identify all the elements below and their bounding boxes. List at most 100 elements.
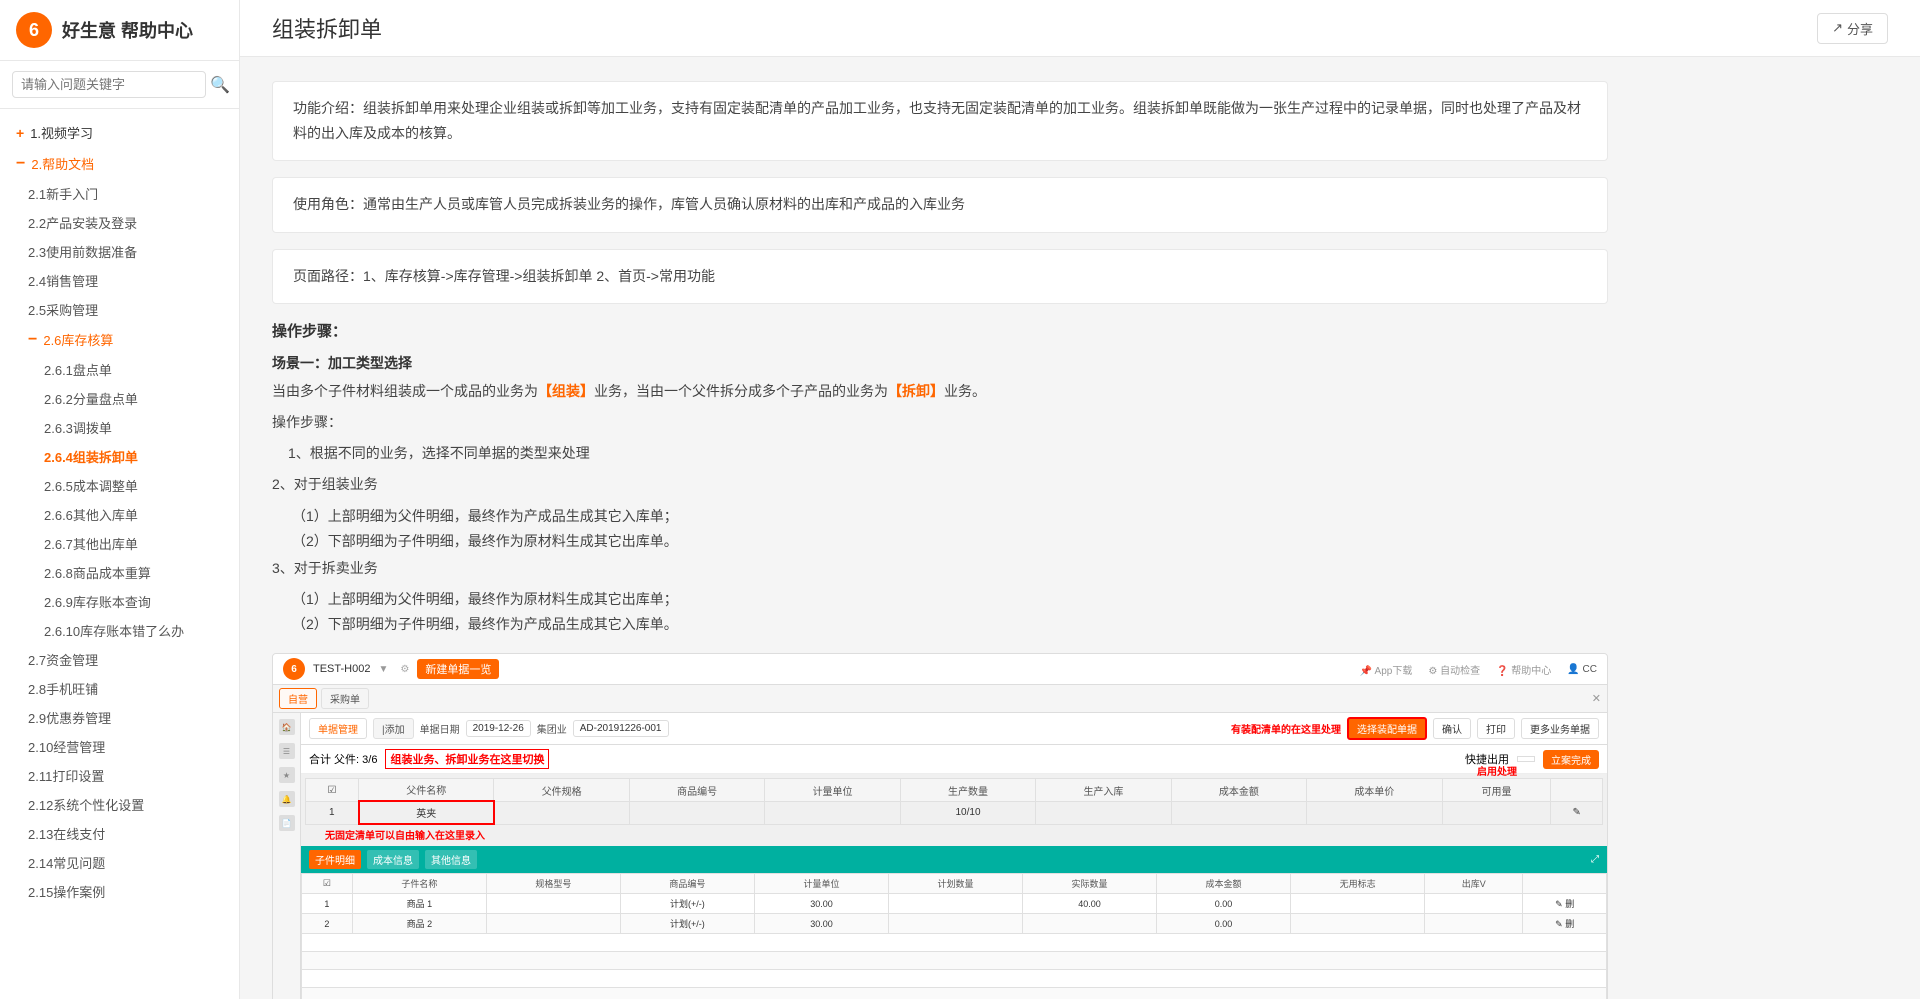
sidebar-item-2-10[interactable]: 2.10经营管理 — [28, 732, 239, 761]
app-left-icons: 🏠 ☰ ★ 🔔 📄 — [273, 713, 301, 999]
page-title: 组装拆卸单 — [272, 12, 382, 44]
sidebar-item-2-4[interactable]: 2.4销售管理 — [28, 266, 239, 295]
bcell-edit[interactable]: ✎ 删 — [1523, 894, 1607, 914]
sidebar-item-2-6[interactable]: − 2.6库存核算 — [28, 324, 239, 355]
select-bom-button[interactable]: 选择装配单据 — [1347, 717, 1427, 740]
sidebar-item-2-13[interactable]: 2.13在线支付 — [28, 819, 239, 848]
step3-sub1: （1）上部明细为父件明细，最终作为原材料生成其它出库单； — [292, 587, 1608, 612]
col-available: 可用量 — [1442, 779, 1551, 802]
sidebar-item-video[interactable]: + 1.视频学习 — [0, 117, 239, 148]
annotation-bom: 有装配清单的在这里处理 — [1231, 721, 1341, 736]
sidebar-item-2-6-10[interactable]: 2.6.10库存账本错了么办 — [44, 616, 239, 645]
sidebar-item-2-6-3[interactable]: 2.6.3调拨单 — [44, 413, 239, 442]
bcell-plan-qty — [888, 894, 1022, 914]
sidebar-item-2-11[interactable]: 2.11打印设置 — [28, 761, 239, 790]
bcell-out — [1425, 894, 1523, 914]
date-label: 单据日期 — [420, 721, 460, 736]
top-table: ☑ 父件名称 父件规格 商品编号 计量单位 生产数量 生产入库 成本金额 成本单… — [305, 778, 1603, 825]
bcell-spec — [486, 894, 620, 914]
more-button[interactable]: 更多业务单据 — [1521, 718, 1599, 739]
sidebar-item-2-6-9[interactable]: 2.6.9库存账本查询 — [44, 587, 239, 616]
col-cost-amount: 成本金额 — [1171, 779, 1306, 802]
sidebar-item-2-5[interactable]: 2.5采购管理 — [28, 295, 239, 324]
share-button[interactable]: ↗ 分享 — [1817, 13, 1888, 44]
input-field[interactable] — [1517, 756, 1535, 762]
confirm-button[interactable]: 确认 — [1433, 718, 1471, 739]
type-row: 合计 父件: 3/6 组装业务、拆卸业务在这里切换 快捷出用 立案完成 启用处理 — [301, 745, 1607, 774]
bcol-flag: 无用标志 — [1291, 874, 1425, 894]
app-icon-list[interactable]: ☰ — [279, 743, 295, 759]
bcell-actual-qty — [1023, 914, 1157, 934]
col-in-qty: 生产入库 — [1036, 779, 1171, 802]
bcell-cost: 0.00 — [1157, 914, 1291, 934]
bcell-name: 商品 1 — [352, 894, 486, 914]
app-new-doc-button[interactable]: 新建单据一览 — [417, 659, 499, 679]
app-new-tab[interactable]: |添加 — [373, 718, 414, 739]
green-tab-cost[interactable]: 成本信息 — [367, 850, 419, 869]
doc-no-field[interactable]: AD-20191226-001 — [573, 720, 669, 737]
sidebar-item-2-1[interactable]: 2.1新手入门 — [28, 179, 239, 208]
search-input[interactable] — [12, 71, 206, 98]
app-icon-doc[interactable]: 📄 — [279, 815, 295, 831]
app-icon-home[interactable]: 🏠 — [279, 719, 295, 735]
search-button[interactable]: 🔍 — [210, 75, 230, 95]
sidebar: 6 好生意 帮助中心 🔍 + 1.视频学习 − 2.帮助文档 2.1新手入门 2… — [0, 0, 240, 999]
app-close-icon[interactable]: ✕ — [1592, 692, 1601, 705]
green-tab-sub[interactable]: 子件明细 — [309, 850, 361, 869]
top-table-row-1: 1 英夹 10/10 ✎ — [306, 801, 1603, 824]
complete-button[interactable]: 立案完成 — [1543, 750, 1599, 769]
step1: 1、根据不同的业务，选择不同单据的类型来处理 — [288, 441, 1608, 466]
sidebar-item-2-6-6[interactable]: 2.6.6其他入库单 — [44, 500, 239, 529]
cell-edit[interactable]: ✎ — [1551, 801, 1603, 824]
role-block: 使用角色：通常由生产人员或库管人员完成拆装业务的操作，库管人员确认原材料的出库和… — [272, 177, 1608, 232]
step2-text: 2、对于组装业务 — [272, 472, 1608, 497]
app-green-section: 子件明细 成本信息 其他信息 ⤢ — [301, 846, 1607, 873]
expand-icon: + — [16, 125, 24, 141]
bcell-out — [1425, 914, 1523, 934]
bcol-action — [1523, 874, 1607, 894]
print-button[interactable]: 打印 — [1477, 718, 1515, 739]
bottom-row-2: 2 商品 2 计划(+/-) 30.00 0.00 — [302, 914, 1607, 934]
app-order-manage-tab[interactable]: 单据管理 — [309, 718, 367, 739]
sidebar-item-2-12[interactable]: 2.12系统个性化设置 — [28, 790, 239, 819]
sidebar-2-6-sub: 2.6.1盘点单 2.6.2分量盘点单 2.6.3调拨单 2.6.4组装拆卸单 … — [28, 355, 239, 645]
col-checkbox: ☑ — [306, 779, 359, 802]
sidebar-item-2-9[interactable]: 2.9优惠券管理 — [28, 703, 239, 732]
bcol-unit: 计量单位 — [754, 874, 888, 894]
app-tab-self[interactable]: 自营 — [279, 688, 317, 709]
date-field[interactable]: 2019-12-26 — [466, 720, 531, 737]
step3-text: 3、对于拆卖业务 — [272, 556, 1608, 581]
sidebar-item-2-3[interactable]: 2.3使用前数据准备 — [28, 237, 239, 266]
sidebar-item-2-6-1[interactable]: 2.6.1盘点单 — [44, 355, 239, 384]
col-parent-name: 父件名称 — [359, 779, 494, 802]
sidebar-item-2-14[interactable]: 2.14常见问题 — [28, 848, 239, 877]
app-icon-star[interactable]: ★ — [279, 767, 295, 783]
sidebar-item-2-15[interactable]: 2.15操作案例 — [28, 877, 239, 906]
steps-intro: 操作步骤： — [272, 410, 1608, 435]
sidebar-item-label: 2.帮助文档 — [31, 154, 94, 173]
green-tab-other[interactable]: 其他信息 — [425, 850, 477, 869]
bottom-row-empty-2 — [302, 952, 1607, 970]
group-label-field: 集团业 — [537, 721, 567, 736]
bcol-out: 出库V — [1425, 874, 1523, 894]
sidebar-item-2-6-5[interactable]: 2.6.5成本调整单 — [44, 471, 239, 500]
sidebar-item-2-8[interactable]: 2.8手机旺铺 — [28, 674, 239, 703]
sidebar-item-2-6-7[interactable]: 2.6.7其他出库单 — [44, 529, 239, 558]
intro-text: 功能介绍：组装拆卸单用来处理企业组装或拆卸等加工业务，支持有固定装配清单的产品加… — [293, 100, 1581, 141]
sidebar-item-2-7[interactable]: 2.7资金管理 — [28, 645, 239, 674]
sidebar-item-2-6-2[interactable]: 2.6.2分量盘点单 — [44, 384, 239, 413]
sidebar-item-2-6-4[interactable]: 2.6.4组装拆卸单 — [44, 442, 239, 471]
cell-parent-name: 英夹 — [359, 801, 494, 824]
app-tab-purchase[interactable]: 采购单 — [321, 688, 369, 709]
green-tab-expand-icon[interactable]: ⤢ — [1591, 854, 1599, 865]
sidebar-item-2-2[interactable]: 2.2产品安装及登录 — [28, 208, 239, 237]
share-label: 分享 — [1847, 19, 1873, 38]
bcell-item-no: 计划(+/-) — [620, 894, 754, 914]
col-parent-spec: 父件规格 — [494, 779, 629, 802]
cell-available — [1442, 801, 1551, 824]
sidebar-item-2-6-8[interactable]: 2.6.8商品成本重算 — [44, 558, 239, 587]
search-bar: 🔍 — [0, 61, 239, 109]
sidebar-item-docs[interactable]: − 2.帮助文档 — [0, 148, 239, 179]
app-icon-bell[interactable]: 🔔 — [279, 791, 295, 807]
bcell-edit[interactable]: ✎ 删 — [1523, 914, 1607, 934]
